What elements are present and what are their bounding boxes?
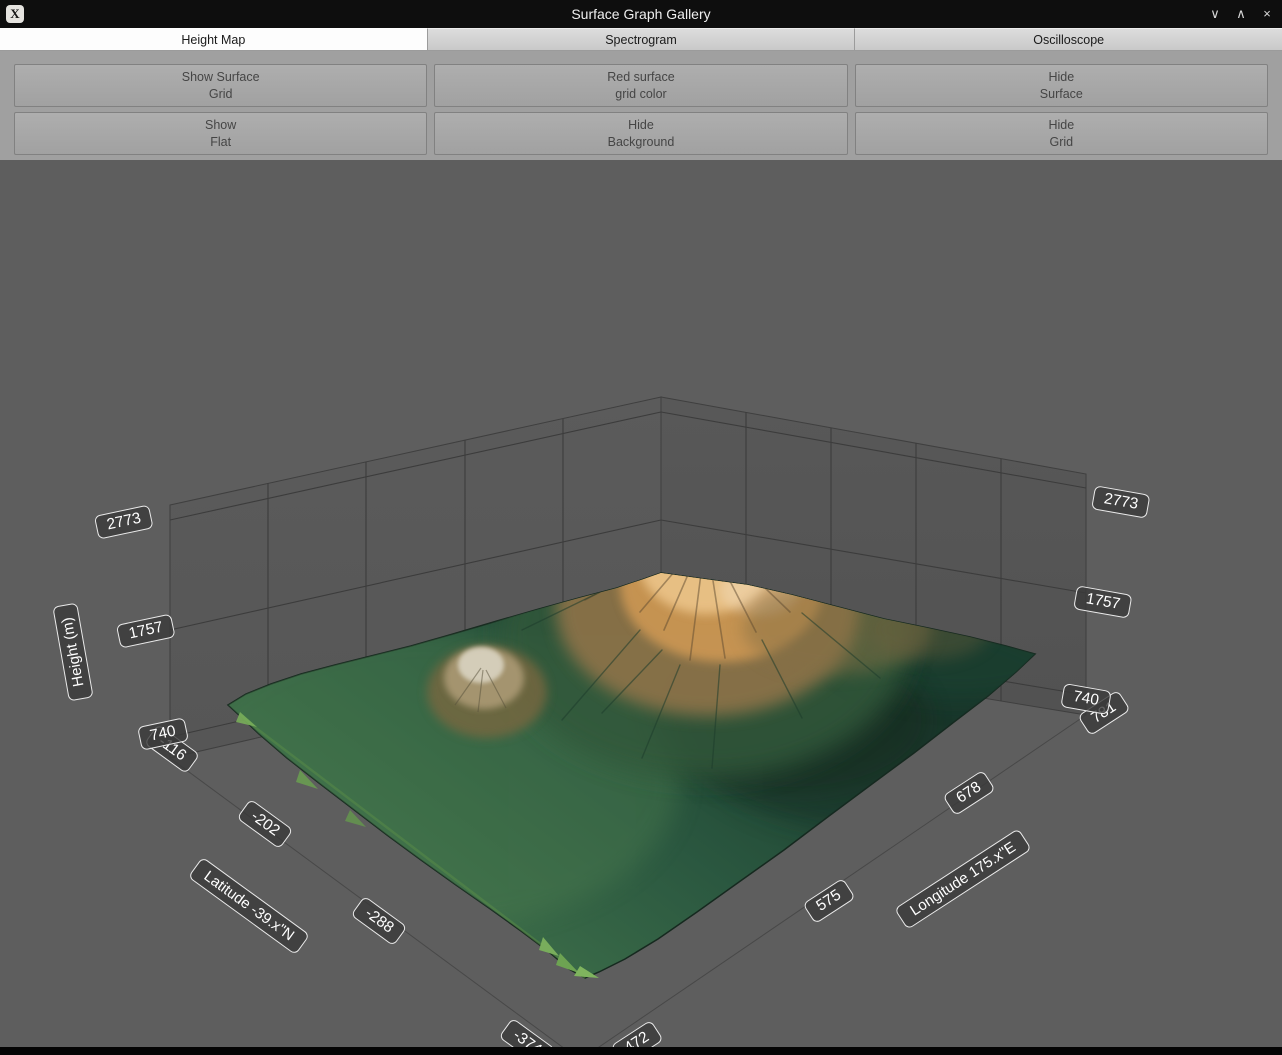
hide-grid-button[interactable]: Hide Grid xyxy=(855,112,1268,155)
button-label-line: Show Surface xyxy=(182,69,260,86)
button-label-line: Hide xyxy=(1048,117,1074,134)
hide-background-button[interactable]: Hide Background xyxy=(434,112,847,155)
tab-spectrogram[interactable]: Spectrogram xyxy=(428,28,856,50)
button-label-line: Show xyxy=(205,117,236,134)
button-label-line: Background xyxy=(608,134,675,151)
tab-oscilloscope[interactable]: Oscilloscope xyxy=(855,28,1282,50)
shade-window-icon[interactable]: ∨ xyxy=(1204,3,1226,25)
hide-surface-button[interactable]: Hide Surface xyxy=(855,64,1268,107)
button-label-line: Grid xyxy=(209,86,233,103)
app-window: X Surface Graph Gallery ∨ ∧ × Height Map… xyxy=(0,0,1282,1055)
button-label-line: Flat xyxy=(210,134,231,151)
title-bar: X Surface Graph Gallery ∨ ∧ × xyxy=(0,0,1282,28)
surface-chart-viewport[interactable]: Height (m) 2773 1757 -116 740 -202 -288 … xyxy=(0,160,1282,1047)
button-label-line: Grid xyxy=(1050,134,1074,151)
button-label-line: Red surface xyxy=(607,69,674,86)
toolbar: Show Surface Grid Red surface grid color… xyxy=(0,51,1282,160)
maximize-window-icon[interactable]: ∧ xyxy=(1230,3,1252,25)
button-label-line: grid color xyxy=(615,86,666,103)
button-label-line: Surface xyxy=(1040,86,1083,103)
button-label-line: Hide xyxy=(1048,69,1074,86)
tab-bar: Height Map Spectrogram Oscilloscope xyxy=(0,28,1282,51)
tab-height-map[interactable]: Height Map xyxy=(0,28,428,50)
close-window-icon[interactable]: × xyxy=(1256,3,1278,25)
show-surface-grid-button[interactable]: Show Surface Grid xyxy=(14,64,427,107)
window-controls: ∨ ∧ × xyxy=(1204,0,1278,28)
bottom-strip xyxy=(0,1047,1282,1055)
show-flat-button[interactable]: Show Flat xyxy=(14,112,427,155)
red-surface-grid-color-button[interactable]: Red surface grid color xyxy=(434,64,847,107)
window-title: Surface Graph Gallery xyxy=(0,0,1282,28)
button-label-line: Hide xyxy=(628,117,654,134)
